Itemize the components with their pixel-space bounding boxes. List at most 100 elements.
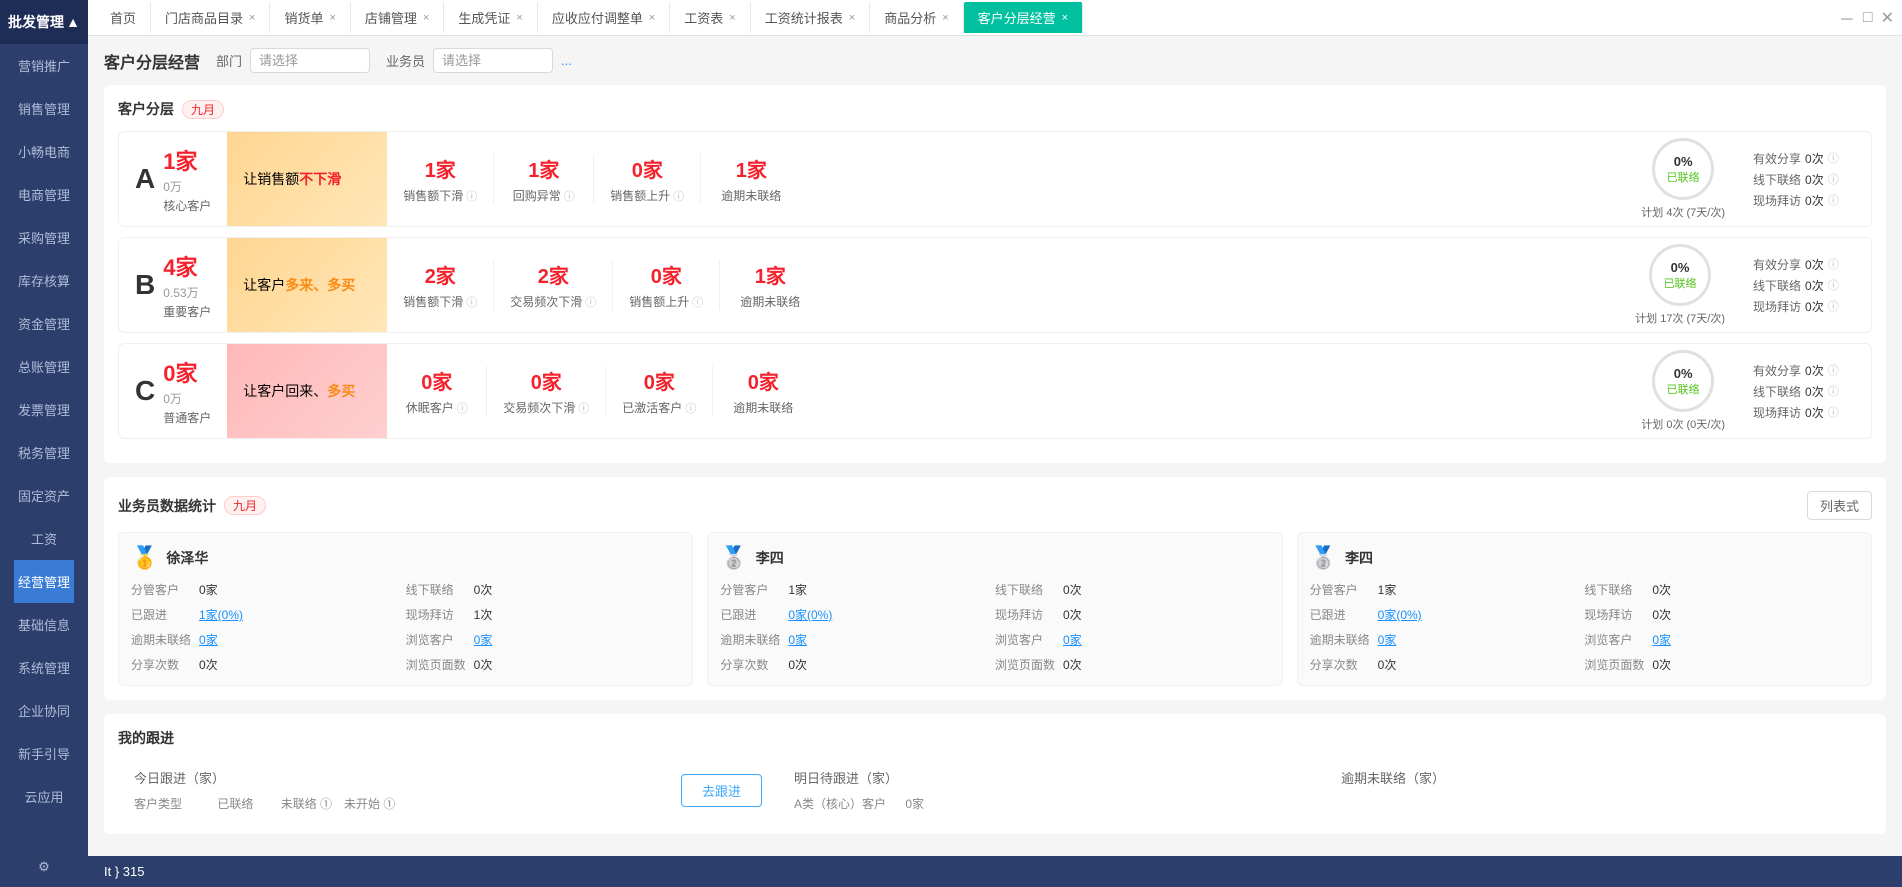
stat-num: 1家 — [755, 260, 786, 289]
tier-a-val: 0家 — [905, 797, 924, 811]
side-info-icon[interactable]: ⓘ — [1828, 298, 1839, 314]
side-info-icon[interactable]: ⓘ — [1828, 383, 1839, 399]
staff-stat-val[interactable]: 0家 — [199, 631, 218, 648]
side-info-icon[interactable]: ⓘ — [1828, 362, 1839, 378]
bottom-bar: It } 315 — [88, 856, 1902, 887]
tab-close-店铺管理[interactable]: × — [423, 12, 429, 24]
tab-客户分层经营[interactable]: 客户分层经营× — [964, 2, 1083, 33]
staff-stat-label: 浏览客户 — [406, 631, 466, 648]
sidebar-item-资金管理[interactable]: 资金管理 — [14, 302, 74, 345]
staff-stat-item: 现场拜访 0次 — [995, 606, 1270, 623]
tab-销货单[interactable]: 销货单× — [270, 2, 350, 33]
tab-close-生成凭证[interactable]: × — [516, 12, 522, 24]
sidebar-item-电商管理[interactable]: 电商管理 — [14, 173, 74, 216]
minimize-icon[interactable]: － — [1839, 6, 1855, 30]
side-info-icon[interactable]: ⓘ — [1828, 404, 1839, 420]
side-stat-val: 0次 — [1805, 277, 1824, 294]
staff-stat-item: 线下联络 0次 — [995, 581, 1270, 598]
sidebar-item-经营管理[interactable]: 经营管理 — [14, 560, 74, 603]
sidebar-item-企业协同[interactable]: 企业协同 — [14, 689, 74, 732]
tab-close-销货单[interactable]: × — [329, 12, 335, 24]
staff-stat-label: 分管客户 — [131, 581, 191, 598]
staff-stat-val[interactable]: 0家 — [474, 631, 493, 648]
sidebar-item-税务管理[interactable]: 税务管理 — [14, 431, 74, 474]
info-icon[interactable]: ⓘ — [466, 294, 477, 310]
staff-stat-label: 现场拜访 — [995, 606, 1055, 623]
side-info-icon[interactable]: ⓘ — [1828, 192, 1839, 208]
info-icon[interactable]: ⓘ — [578, 400, 589, 416]
stat-num: 2家 — [425, 260, 456, 289]
staff-card-1: 🥈 李四 分管客户 1家 线下联络 0次 已跟进 0家(0%) 现场拜访 0次 … — [707, 532, 1282, 686]
info-icon[interactable]: ⓘ — [685, 400, 696, 416]
tab-商品分析[interactable]: 商品分析× — [870, 2, 963, 33]
side-info-icon[interactable]: ⓘ — [1828, 256, 1839, 272]
side-info-icon[interactable]: ⓘ — [1828, 150, 1839, 166]
sidebar-item-新手引导[interactable]: 新手引导 — [14, 732, 74, 775]
tab-close-客户分层经营[interactable]: × — [1062, 12, 1068, 24]
tab-生成凭证[interactable]: 生成凭证× — [444, 2, 537, 33]
tier-stat: 0家 销售额上升 ⓘ — [594, 154, 701, 204]
staff-stat-val[interactable]: 1家(0%) — [199, 606, 243, 623]
salesperson-select[interactable]: 请选择 — [433, 48, 553, 73]
circle-label: 已联络 — [1664, 275, 1697, 291]
info-icon[interactable]: ⓘ — [466, 188, 477, 204]
staff-stat-val: 0次 — [474, 581, 493, 598]
info-icon[interactable]: ⓘ — [564, 188, 575, 204]
circle-pct: 0% — [1674, 154, 1693, 169]
sidebar-item-采购管理[interactable]: 采购管理 — [14, 216, 74, 259]
staff-stat-item: 分享次数 0次 — [1310, 656, 1585, 673]
tab-工资表[interactable]: 工资表× — [670, 2, 750, 33]
sidebar-item-库存核算[interactable]: 库存核算 — [14, 259, 74, 302]
info-icon[interactable]: ⓘ — [673, 188, 684, 204]
sidebar-header[interactable]: 批发管理 ▲ — [0, 0, 88, 44]
staff-stat-val: 1次 — [474, 606, 493, 623]
sidebar-item-营销推广[interactable]: 营销推广 — [14, 44, 74, 87]
tab-店铺管理[interactable]: 店铺管理× — [351, 2, 444, 33]
list-view-btn[interactable]: 列表式 — [1807, 491, 1872, 520]
tier-stat: 1家 销售额下滑 ⓘ — [387, 154, 494, 204]
sidebar-item-小畅电商[interactable]: 小畅电商 — [14, 130, 74, 173]
side-stat: 现场拜访 0次 ⓘ — [1753, 298, 1859, 315]
side-stat: 有效分享 0次 ⓘ — [1753, 256, 1859, 273]
info-icon[interactable]: ⓘ — [692, 294, 703, 310]
close-icon[interactable]: ✕ — [1881, 8, 1894, 28]
department-select[interactable]: 请选择 — [250, 48, 370, 73]
side-info-icon[interactable]: ⓘ — [1828, 277, 1839, 293]
page-header: 客户分层经营 部门 请选择 业务员 请选择 ... — [104, 48, 1886, 73]
sidebar-item-系统管理[interactable]: 系统管理 — [14, 646, 74, 689]
tab-close-门店商品目录[interactable]: × — [249, 12, 255, 24]
more-filters-btn[interactable]: ... — [561, 53, 572, 68]
sidebar-item-固定资产[interactable]: 固定资产 — [14, 474, 74, 517]
staff-stat-val[interactable]: 0家 — [788, 631, 807, 648]
tab-工资统计报表[interactable]: 工资统计报表× — [751, 2, 870, 33]
staff-stat-val[interactable]: 0家(0%) — [788, 606, 832, 623]
staff-stat-val[interactable]: 0家 — [1652, 631, 1671, 648]
stat-num: 1家 — [736, 154, 767, 183]
staff-stat-val[interactable]: 0家 — [1063, 631, 1082, 648]
sidebar-item-总账管理[interactable]: 总账管理 — [14, 345, 74, 388]
side-info-icon[interactable]: ⓘ — [1828, 171, 1839, 187]
sidebar-item-发票管理[interactable]: 发票管理 — [14, 388, 74, 431]
sidebar-item-云应用[interactable]: 云应用 — [14, 775, 74, 818]
tab-close-应收应付调整单[interactable]: × — [649, 12, 655, 24]
sidebar-settings[interactable]: ⚙ — [0, 847, 88, 887]
staff-stat-val[interactable]: 0家 — [1378, 631, 1397, 648]
tab-门店商品目录[interactable]: 门店商品目录× — [151, 2, 270, 33]
tab-首页[interactable]: 首页 — [96, 2, 151, 33]
tabbar: 首页门店商品目录×销货单×店铺管理×生成凭证×应收应付调整单×工资表×工资统计报… — [88, 0, 1902, 36]
goto-followup-btn[interactable]: 去跟进 — [681, 774, 762, 807]
tab-close-商品分析[interactable]: × — [942, 12, 948, 24]
tab-应收应付调整单[interactable]: 应收应付调整单× — [538, 2, 670, 33]
sidebar-item-基础信息[interactable]: 基础信息 — [14, 603, 74, 646]
staff-stat-val[interactable]: 0家(0%) — [1378, 606, 1422, 623]
tab-close-工资统计报表[interactable]: × — [849, 12, 855, 24]
info-icon[interactable]: ⓘ — [457, 400, 468, 416]
biz-section: 业务员数据统计 九月 列表式 🥇 徐泽华 分管客户 0家 线下联络 0次 已跟进… — [104, 477, 1886, 700]
staff-name: 李四 — [756, 548, 784, 568]
info-icon[interactable]: ⓘ — [585, 294, 596, 310]
tab-close-工资表[interactable]: × — [729, 12, 735, 24]
maximize-icon[interactable]: □ — [1863, 9, 1873, 27]
sidebar-item-工资[interactable]: 工资 — [14, 517, 74, 560]
sidebar-item-销售管理[interactable]: 销售管理 — [14, 87, 74, 130]
staff-stat-item: 线下联络 0次 — [1584, 581, 1859, 598]
